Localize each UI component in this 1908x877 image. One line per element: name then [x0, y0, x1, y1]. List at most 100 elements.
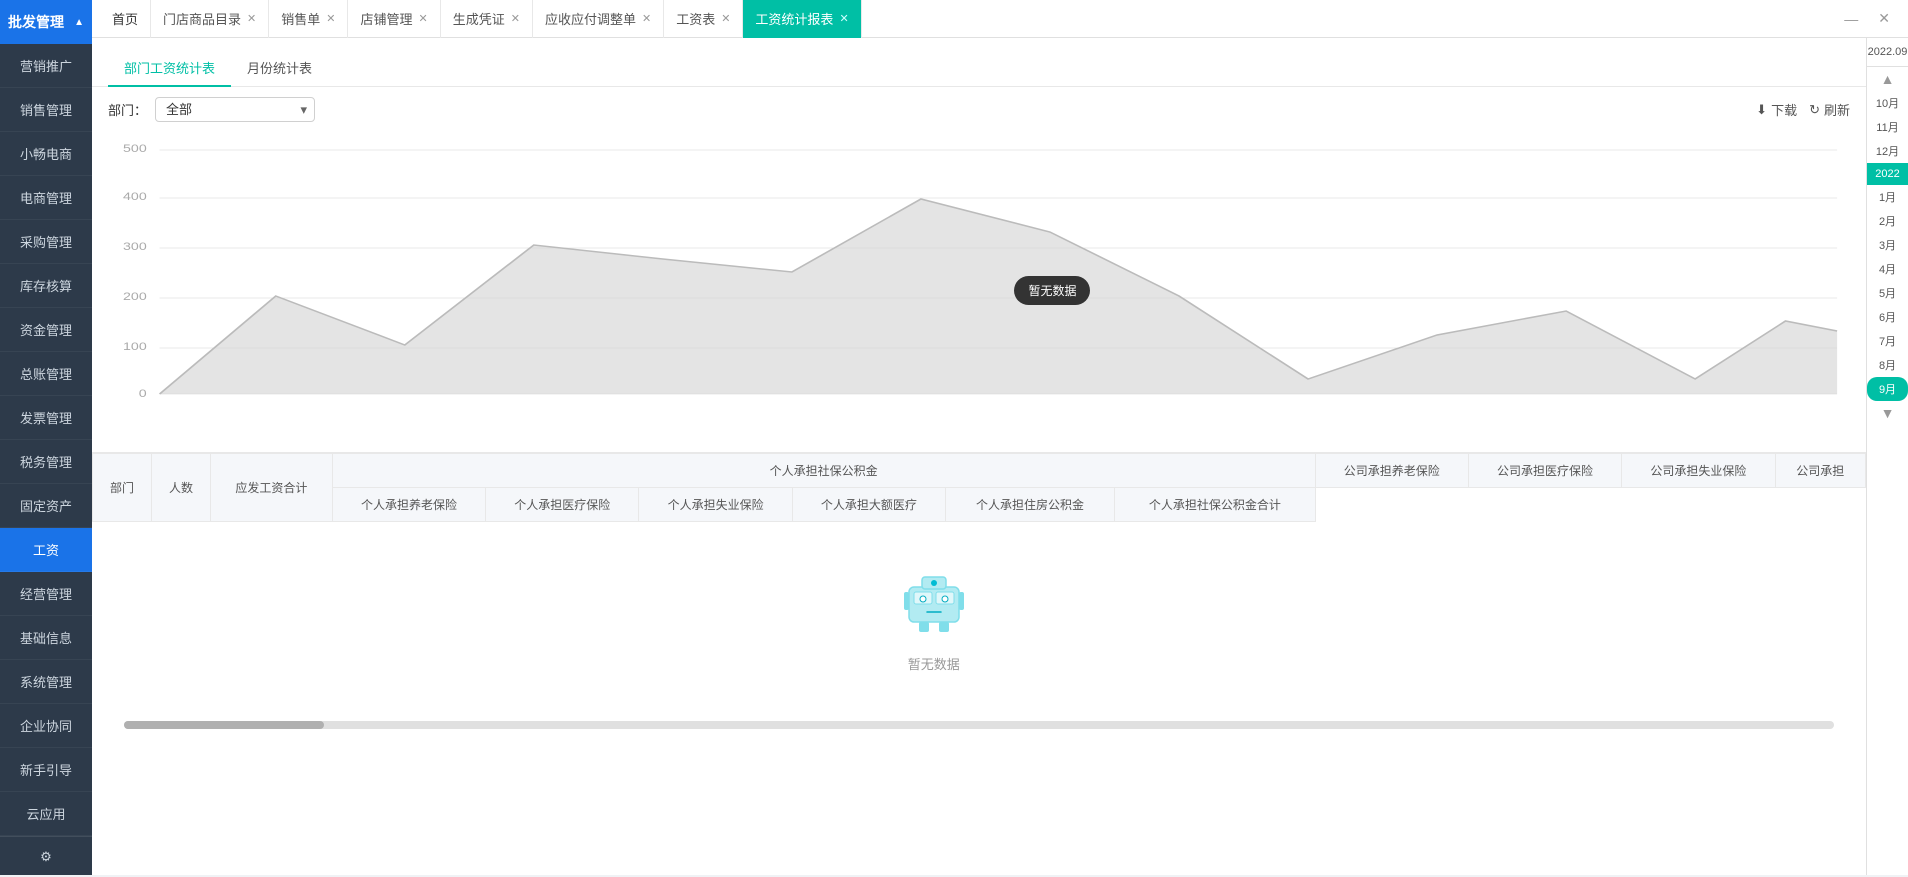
- month-2[interactable]: 2月: [1867, 209, 1908, 233]
- svg-text:400: 400: [123, 190, 147, 202]
- tab-close-icon[interactable]: ✕: [326, 12, 335, 25]
- tab-home[interactable]: 首页: [100, 0, 151, 38]
- sidebar-header[interactable]: 批发管理 ▲: [0, 0, 92, 44]
- svg-text:200: 200: [123, 290, 147, 302]
- sidebar-item-ledger[interactable]: 总账管理: [0, 352, 92, 396]
- minimize-button[interactable]: —: [1838, 9, 1864, 29]
- tab-label: 工资统计报表: [755, 9, 833, 28]
- sidebar-item-finance[interactable]: 资金管理: [0, 308, 92, 352]
- col-personal-housing: 个人承担住房公积金: [946, 488, 1115, 522]
- download-icon: ⬇: [1756, 102, 1767, 118]
- col-count: 人数: [151, 454, 210, 522]
- empty-state: 暂无数据: [93, 522, 1776, 713]
- nav-down-button[interactable]: ▼: [1867, 401, 1908, 425]
- tab-voucher[interactable]: 生成凭证 ✕: [441, 0, 533, 38]
- month-5[interactable]: 5月: [1867, 281, 1908, 305]
- col-personal-pension: 个人承担养老保险: [332, 488, 485, 522]
- tab-close-icon[interactable]: ✕: [839, 12, 848, 25]
- main-content: 部门工资统计表 月份统计表 部门： 全部: [92, 38, 1866, 875]
- sidebar-item-assets[interactable]: 固定资产: [0, 484, 92, 528]
- nav-up-button[interactable]: ▲: [1867, 67, 1908, 91]
- sidebar-item-guide[interactable]: 新手引导: [0, 748, 92, 792]
- sub-tab-label: 月份统计表: [247, 61, 312, 76]
- tab-store-mgmt[interactable]: 店铺管理 ✕: [348, 0, 440, 38]
- sidebar-item-ecommerce-small[interactable]: 小畅电商: [0, 132, 92, 176]
- sidebar-item-label: 总账管理: [20, 367, 72, 382]
- dept-select-wrapper: 全部: [155, 97, 315, 122]
- month-12[interactable]: 12月: [1867, 139, 1908, 163]
- sidebar-item-tax[interactable]: 税务管理: [0, 440, 92, 484]
- svg-text:0: 0: [139, 387, 147, 399]
- sidebar: 批发管理 ▲ 营销推广 销售管理 小畅电商 电商管理 采购管理 库存核算 资金管…: [0, 0, 92, 875]
- tab-close-icon[interactable]: ✕: [721, 12, 730, 25]
- sub-tab-dept[interactable]: 部门工资统计表: [108, 50, 231, 87]
- sidebar-item-salary[interactable]: 工资: [0, 528, 92, 572]
- tab-label: 工资表: [676, 9, 715, 28]
- col-company-other: 公司承担: [1775, 454, 1866, 488]
- settings-icon: ⚙: [40, 849, 52, 864]
- col-company-medical: 公司承担医疗保险: [1468, 454, 1621, 488]
- tab-label: 应收应付调整单: [545, 9, 636, 28]
- month-6[interactable]: 6月: [1867, 305, 1908, 329]
- data-table: 部门 人数 应发工资合计 个人承担社保公积金 公司承担养老保险 公司承担医疗保险…: [92, 453, 1866, 713]
- sidebar-item-cloud[interactable]: 云应用: [0, 792, 92, 836]
- sub-tabbar: 部门工资统计表 月份统计表: [92, 38, 1866, 87]
- sidebar-item-sales[interactable]: 销售管理: [0, 88, 92, 132]
- tab-ar-ap[interactable]: 应收应付调整单 ✕: [533, 0, 664, 38]
- empty-row: 暂无数据: [93, 522, 1866, 714]
- month-3[interactable]: 3月: [1867, 233, 1908, 257]
- sidebar-item-ecommerce[interactable]: 电商管理: [0, 176, 92, 220]
- main-area: 首页 门店商品目录 ✕ 销售单 ✕ 店铺管理 ✕ 生成凭证 ✕ 应收应付调整单 …: [92, 0, 1908, 875]
- horizontal-scrollbar[interactable]: [124, 721, 1834, 729]
- sidebar-settings[interactable]: ⚙: [0, 836, 92, 877]
- col-personal-medical: 个人承担医疗保险: [486, 488, 639, 522]
- tab-label: 销售单: [281, 9, 320, 28]
- month-10[interactable]: 10月: [1867, 91, 1908, 115]
- sidebar-item-purchase[interactable]: 采购管理: [0, 220, 92, 264]
- month-8[interactable]: 8月: [1867, 353, 1908, 377]
- month-9[interactable]: 9月: [1867, 377, 1908, 401]
- tab-store-catalog[interactable]: 门店商品目录 ✕: [151, 0, 269, 38]
- sidebar-item-inventory[interactable]: 库存核算: [0, 264, 92, 308]
- year-2022[interactable]: 2022: [1867, 163, 1908, 185]
- close-button[interactable]: ✕: [1872, 8, 1896, 29]
- col-group-personal: 个人承担社保公积金: [332, 454, 1315, 488]
- refresh-button[interactable]: ↻ 刷新: [1809, 100, 1850, 119]
- dept-select[interactable]: 全部: [155, 97, 315, 122]
- month-7[interactable]: 7月: [1867, 329, 1908, 353]
- download-button[interactable]: ⬇ 下载: [1756, 100, 1797, 119]
- sidebar-item-basic-info[interactable]: 基础信息: [0, 616, 92, 660]
- scrollbar-container: [92, 713, 1866, 741]
- sidebar-item-invoice[interactable]: 发票管理: [0, 396, 92, 440]
- tab-payroll-report[interactable]: 工资统计报表 ✕: [743, 0, 861, 38]
- tab-sales-order[interactable]: 销售单 ✕: [269, 0, 348, 38]
- sidebar-item-label: 工资: [33, 543, 59, 558]
- sidebar-item-collaboration[interactable]: 企业协同: [0, 704, 92, 748]
- tab-close-icon[interactable]: ✕: [419, 12, 428, 25]
- month-1[interactable]: 1月: [1867, 185, 1908, 209]
- tab-close-icon[interactable]: ✕: [511, 12, 520, 25]
- sidebar-item-operations[interactable]: 经营管理: [0, 572, 92, 616]
- scroll-thumb[interactable]: [124, 721, 324, 729]
- sidebar-item-label: 采购管理: [20, 235, 72, 250]
- col-total-salary: 应发工资合计: [210, 454, 332, 522]
- sidebar-item-label: 销售管理: [20, 103, 72, 118]
- empty-illustration: [894, 562, 974, 642]
- tab-payroll[interactable]: 工资表 ✕: [664, 0, 743, 38]
- month-11[interactable]: 11月: [1867, 115, 1908, 139]
- sub-tab-label: 部门工资统计表: [124, 61, 215, 76]
- sub-tab-month[interactable]: 月份统计表: [231, 50, 328, 87]
- table-container[interactable]: 部门 人数 应发工资合计 个人承担社保公积金 公司承担养老保险 公司承担医疗保险…: [92, 452, 1866, 875]
- tab-close-icon[interactable]: ✕: [247, 12, 256, 25]
- sidebar-item-label: 电商管理: [20, 191, 72, 206]
- window-controls: — ✕: [1838, 8, 1900, 29]
- sidebar-item-label: 固定资产: [20, 499, 72, 514]
- tab-close-icon[interactable]: ✕: [642, 12, 651, 25]
- tab-label: 生成凭证: [453, 9, 505, 28]
- refresh-label: 刷新: [1824, 100, 1850, 119]
- svg-text:100: 100: [123, 340, 147, 352]
- sidebar-item-marketing[interactable]: 营销推广: [0, 44, 92, 88]
- dept-label: 部门：: [108, 100, 147, 119]
- sidebar-item-system[interactable]: 系统管理: [0, 660, 92, 704]
- month-4[interactable]: 4月: [1867, 257, 1908, 281]
